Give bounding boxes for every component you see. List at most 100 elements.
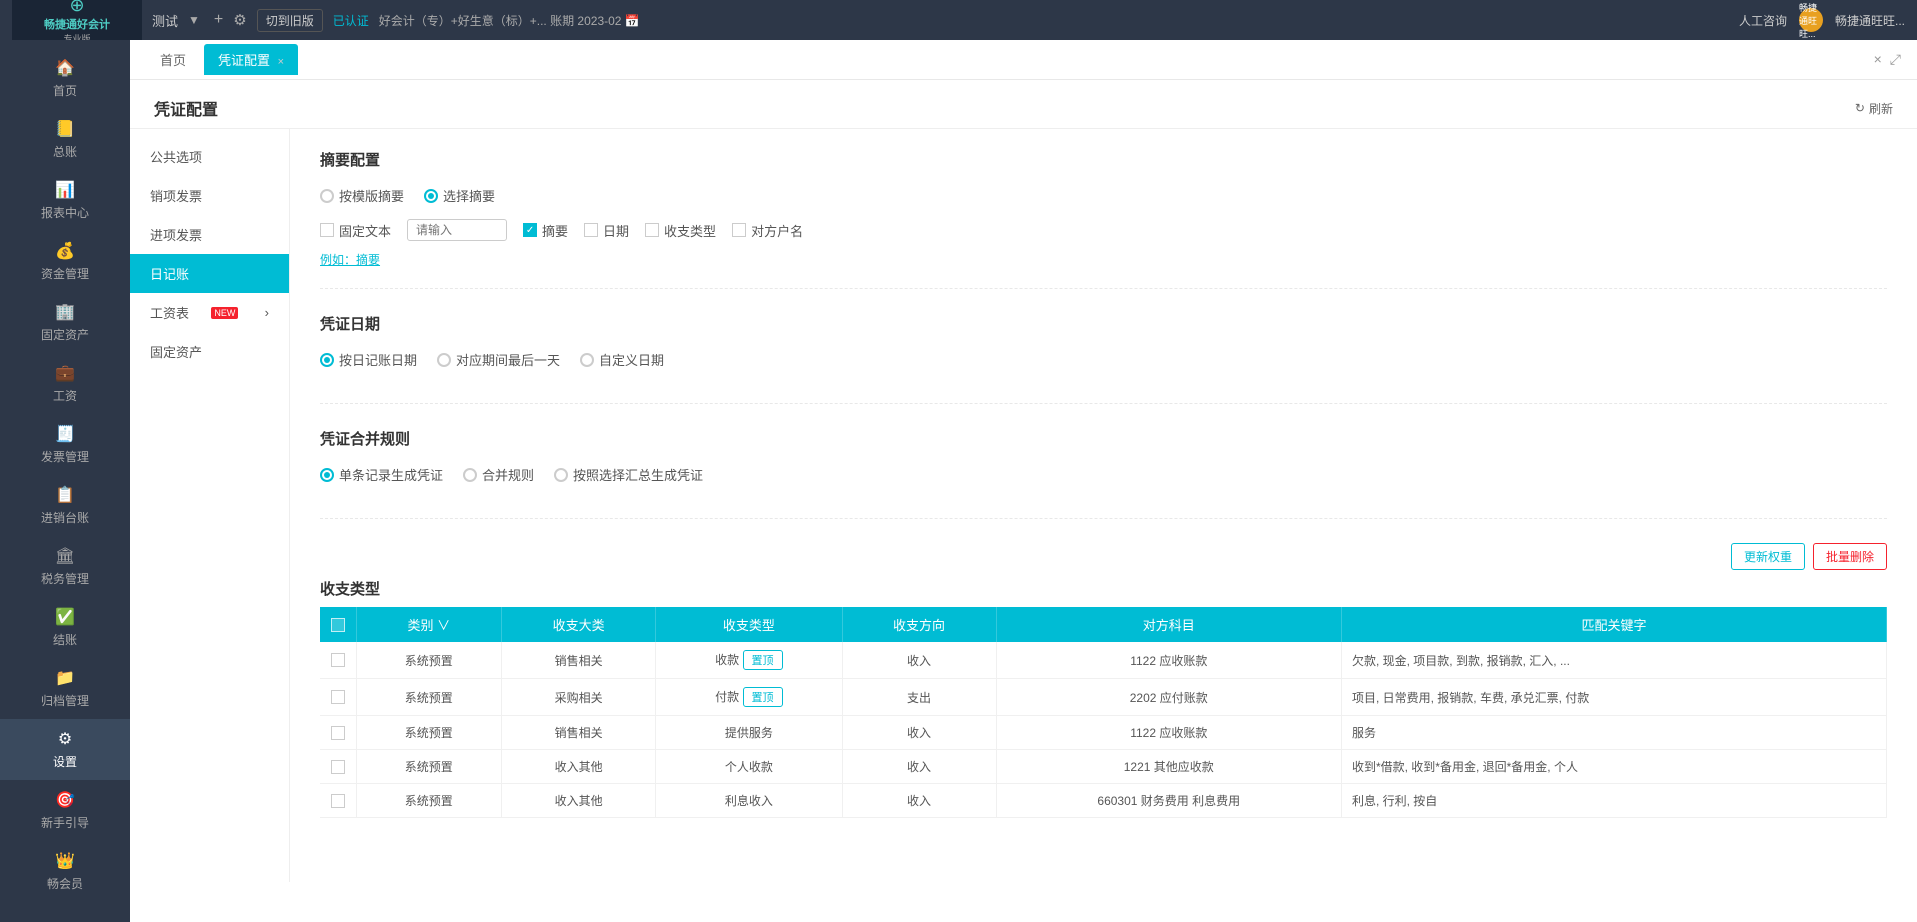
radio-period-last-day[interactable]: 对应期间最后一天	[437, 350, 560, 369]
sidebar-item-home[interactable]: 🏠 首页	[0, 48, 130, 109]
sidebar-item-member[interactable]: 👑 畅会员	[0, 841, 130, 902]
support-label[interactable]: 人工咨询	[1739, 12, 1787, 29]
td-category-2: 系统预置	[356, 679, 502, 716]
refresh-button[interactable]: ↻ 刷新	[1855, 100, 1893, 117]
td-direction-3: 收入	[842, 716, 996, 750]
topbar-dropdown-icon[interactable]: ▼	[188, 13, 200, 27]
radio-template-summary[interactable]: 按模版摘要	[320, 186, 404, 205]
table-row: 系统预置 销售相关 收款 置顶 收入 1122 应收账款 欠款, 现金, 项目款…	[320, 642, 1887, 679]
sidebar-item-label: 结账	[53, 631, 77, 648]
summary-section: 摘要配置 按模版摘要 选择摘要	[320, 149, 1887, 289]
batch-delete-button[interactable]: 批量删除	[1813, 543, 1887, 570]
td-checkbox-1[interactable]	[320, 642, 356, 679]
th-major-type: 收支大类	[502, 607, 656, 642]
td-checkbox-2[interactable]	[320, 679, 356, 716]
checkbox-counterparty[interactable]: 对方户名	[732, 221, 803, 240]
checkbox-income-type[interactable]: 收支类型	[645, 221, 716, 240]
left-nav-journal[interactable]: 日记账	[130, 254, 289, 293]
checkbox-date[interactable]: 日期	[584, 221, 629, 240]
td-account-1: 1122 应收账款	[996, 642, 1341, 679]
checkbox-summary[interactable]: ✓ 摘要	[523, 221, 568, 240]
tax-icon: 🏛	[55, 546, 75, 566]
sidebar-item-salary[interactable]: 💼 工资	[0, 353, 130, 414]
sidebar-item-ledger[interactable]: 📒 总账	[0, 109, 130, 170]
sidebar-item-close[interactable]: ✅ 结账	[0, 597, 130, 658]
top-tag-btn-2[interactable]: 置顶	[743, 687, 783, 707]
topbar-add-icon[interactable]: +	[214, 11, 223, 29]
radio-select-summary[interactable]: 选择摘要	[424, 186, 495, 205]
topbar-settings-icon[interactable]: ⚙	[233, 11, 246, 29]
reports-icon: 📊	[55, 180, 75, 200]
checkbox-box-checked: ✓	[523, 223, 537, 237]
example-link[interactable]: 摘要	[356, 253, 380, 267]
left-nav-purchase-invoice[interactable]: 进项发票	[130, 215, 289, 254]
radio-single-record[interactable]: 单条记录生成凭证	[320, 465, 443, 484]
sidebar-item-tax[interactable]: 🏛 税务管理	[0, 536, 130, 597]
tab-voucher-config[interactable]: 凭证配置 ×	[204, 44, 298, 75]
td-checkbox-4[interactable]	[320, 750, 356, 784]
status-tag: 已认证	[333, 12, 369, 29]
left-nav-fixed-assets[interactable]: 固定资产	[130, 332, 289, 371]
page-title: 凭证配置	[154, 96, 218, 120]
sidebar: 🏠 首页 📒 总账 📊 报表中心 💰 资金管理 🏢 固定资产 💼 工资 🧾 发票…	[0, 40, 130, 922]
check-icon: ✓	[526, 225, 534, 236]
window-close-icon[interactable]: ×	[1874, 51, 1882, 68]
archive-icon: 📁	[55, 668, 75, 688]
fullscreen-icon[interactable]: ⤢	[1890, 51, 1901, 68]
user-name[interactable]: 畅捷通旺旺...	[1835, 12, 1905, 29]
radio-dot	[324, 472, 330, 478]
top-tag-btn-1[interactable]: 置顶	[743, 650, 783, 670]
table-row: 系统预置 采购相关 付款 置顶 支出 2202 应付账款 项目, 日常费用, 报…	[320, 679, 1887, 716]
checkbox-box	[584, 223, 598, 237]
table-row: 系统预置 收入其他 利息收入 收入 660301 财务费用 利息费用 利息, 行…	[320, 784, 1887, 818]
sidebar-item-label: 税务管理	[41, 570, 89, 587]
sidebar-item-invoice[interactable]: 🧾 发票管理	[0, 414, 130, 475]
date-radio-group: 按日记账日期 对应期间最后一天 自定义日期	[320, 350, 1887, 369]
sidebar-item-funds[interactable]: 💰 资金管理	[0, 231, 130, 292]
sidebar-item-guide[interactable]: 🎯 新手引导	[0, 780, 130, 841]
td-checkbox-3[interactable]	[320, 716, 356, 750]
avatar[interactable]: 畅捷通旺旺...	[1799, 8, 1823, 32]
sidebar-item-settings[interactable]: ⚙ 设置	[0, 719, 130, 780]
sidebar-item-label: 固定资产	[41, 326, 89, 343]
sidebar-item-purchase[interactable]: 📋 进销台账	[0, 475, 130, 536]
sidebar-item-assets[interactable]: 🏢 固定资产	[0, 292, 130, 353]
td-category-1: 系统预置	[356, 642, 502, 679]
td-keywords-2: 项目, 日常费用, 报销款, 车费, 承兑汇票, 付款	[1341, 679, 1886, 716]
logo-icon: ⊕	[69, 0, 84, 16]
checkbox-box	[645, 223, 659, 237]
sidebar-item-archive[interactable]: 📁 归档管理	[0, 658, 130, 719]
td-keywords-3: 服务	[1341, 716, 1886, 750]
header-checkbox[interactable]	[331, 618, 345, 632]
th-checkbox[interactable]	[320, 607, 356, 642]
td-type-1: 收款 置顶	[656, 642, 842, 679]
checkbox-box	[732, 223, 746, 237]
merge-radio-group: 单条记录生成凭证 合并规则 按照选择汇总生成凭证	[320, 465, 1887, 484]
settings-icon: ⚙	[58, 729, 72, 749]
radio-circle	[554, 468, 568, 482]
td-account-5: 660301 财务费用 利息费用	[996, 784, 1341, 818]
tab-home[interactable]: 首页	[146, 44, 200, 75]
checkbox-fixed-text[interactable]: 固定文本	[320, 221, 391, 240]
radio-summary-generate[interactable]: 按照选择汇总生成凭证	[554, 465, 703, 484]
summary-title: 摘要配置	[320, 149, 1887, 170]
td-checkbox-5[interactable]	[320, 784, 356, 818]
left-nav-public[interactable]: 公共选项	[130, 137, 289, 176]
radio-merge-rules[interactable]: 合并规则	[463, 465, 534, 484]
guide-icon: 🎯	[55, 790, 75, 810]
logo-text: 畅捷通好会计	[44, 16, 110, 32]
sidebar-item-label: 进销台账	[41, 509, 89, 526]
left-nav-payroll[interactable]: 工资表 NEW ›	[130, 293, 289, 332]
sidebar-item-reports[interactable]: 📊 报表中心	[0, 170, 130, 231]
update-weight-button[interactable]: 更新权重	[1731, 543, 1805, 570]
fixed-text-input[interactable]	[407, 219, 507, 241]
funds-icon: 💰	[55, 241, 75, 261]
topbar-title: 测试	[152, 11, 178, 30]
tab-close-icon[interactable]: ×	[278, 56, 284, 68]
sidebar-item-label: 畅会员	[47, 875, 83, 892]
switch-version-button[interactable]: 切到旧版	[257, 9, 323, 32]
radio-custom-date[interactable]: 自定义日期	[580, 350, 664, 369]
th-direction: 收支方向	[842, 607, 996, 642]
radio-journal-date[interactable]: 按日记账日期	[320, 350, 417, 369]
left-nav-sales-invoice[interactable]: 销项发票	[130, 176, 289, 215]
